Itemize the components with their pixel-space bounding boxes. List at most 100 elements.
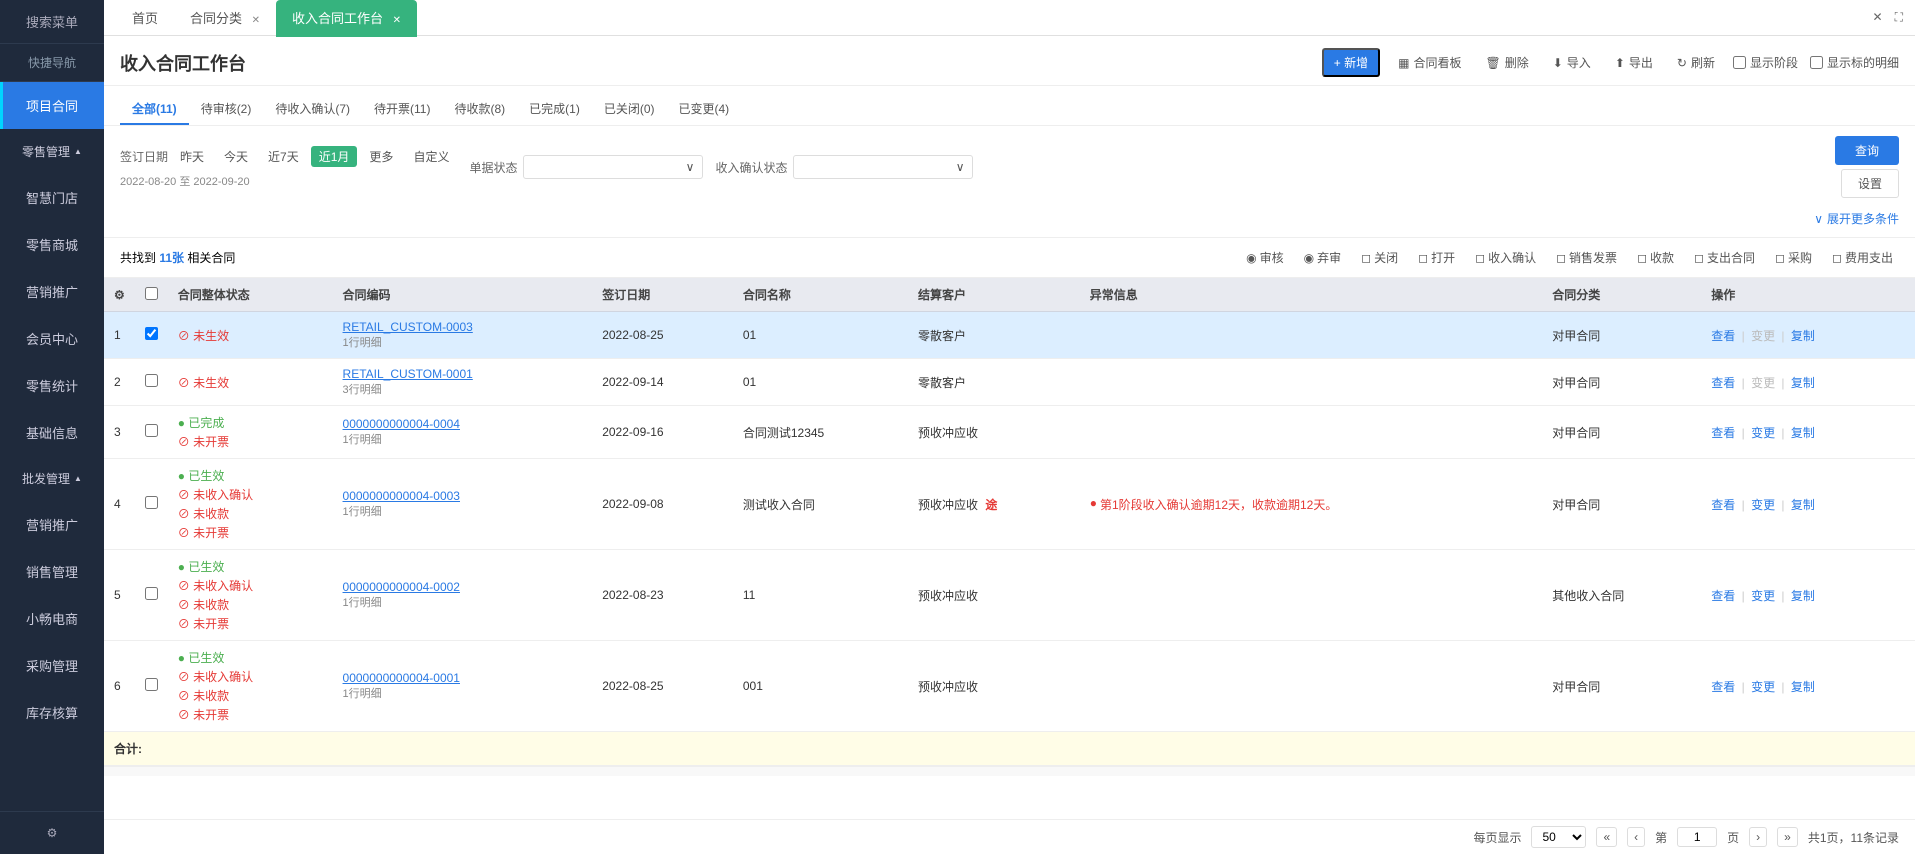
contract-code-link-3[interactable]: 0000000000004-0004	[343, 417, 460, 431]
query-button[interactable]: 查询	[1835, 136, 1899, 165]
cell-checkbox-2[interactable]	[135, 359, 168, 406]
purchase-button[interactable]: ◻ 采购	[1769, 246, 1818, 269]
open-button[interactable]: ◻ 打开	[1412, 246, 1461, 269]
cell-checkbox-5[interactable]	[135, 550, 168, 641]
delete-button[interactable]: 🗑 删除	[1479, 50, 1534, 75]
filter-tab-pending-review[interactable]: 待审核(2)	[189, 94, 264, 125]
contract-code-link-4[interactable]: 0000000000004-0003	[343, 489, 460, 503]
op-copy-3[interactable]: 复制	[1791, 426, 1815, 440]
expand-conditions-btn[interactable]: ∨ 展开更多条件	[1814, 210, 1899, 227]
tab-contract-category[interactable]: 合同分类 ✕	[174, 0, 276, 37]
tab-home[interactable]: 首页	[116, 0, 174, 37]
row-checkbox-4[interactable]	[145, 496, 158, 509]
date-btn-yesterday[interactable]: 昨天	[172, 146, 212, 167]
filter-tab-changed[interactable]: 已变更(4)	[667, 94, 742, 125]
last-page-button[interactable]: »	[1777, 827, 1798, 847]
row-checkbox-3[interactable]	[145, 424, 158, 437]
op-view-6[interactable]: 查看	[1711, 680, 1735, 694]
op-copy-1[interactable]: 复制	[1791, 329, 1815, 343]
date-btn-1month[interactable]: 近1月	[311, 146, 358, 167]
op-view-2[interactable]: 查看	[1711, 376, 1735, 390]
sidebar-search[interactable]: 搜索菜单	[0, 0, 104, 44]
export-button[interactable]: ⬆ 导出	[1609, 50, 1659, 75]
abandon-audit-button[interactable]: ◉ 弃审	[1298, 246, 1348, 269]
op-copy-4[interactable]: 复制	[1791, 498, 1815, 512]
cell-checkbox-4[interactable]	[135, 459, 168, 550]
sidebar-item-marketing2[interactable]: 营销推广	[0, 501, 104, 548]
cell-checkbox-1[interactable]	[135, 312, 168, 359]
contract-code-link-6[interactable]: 0000000000004-0001	[343, 671, 460, 685]
show-detail-input[interactable]	[1810, 56, 1823, 69]
set-button[interactable]: 设置	[1841, 169, 1899, 198]
horizontal-scrollbar[interactable]	[104, 766, 1915, 776]
contract-code-link-2[interactable]: RETAIL_CUSTOM-0001	[343, 367, 473, 381]
filter-tab-all[interactable]: 全部(11)	[120, 94, 189, 125]
sidebar-settings[interactable]: ⚙	[0, 811, 104, 854]
tab-close-contract-category[interactable]: ✕	[252, 15, 260, 26]
show-section-input[interactable]	[1733, 56, 1746, 69]
sidebar-item-marketing[interactable]: 营销推广	[0, 268, 104, 315]
op-edit-5[interactable]: 变更	[1751, 589, 1775, 603]
date-btn-today[interactable]: 今天	[216, 146, 256, 167]
sidebar-item-project-contract[interactable]: 项目合同	[0, 82, 104, 129]
sidebar-item-retail-mgmt[interactable]: 零售管理 ▲	[0, 129, 104, 174]
receipt-button[interactable]: ◻ 收款	[1631, 246, 1680, 269]
sidebar-item-wholesale-mgmt[interactable]: 批发管理 ▲	[0, 456, 104, 501]
op-view-1[interactable]: 查看	[1711, 329, 1735, 343]
income-confirm-button[interactable]: ◻ 收入确认	[1469, 246, 1542, 269]
row-checkbox-6[interactable]	[145, 678, 158, 691]
sidebar-item-retail-mall[interactable]: 零售商城	[0, 221, 104, 268]
expense-out-button[interactable]: ◻ 费用支出	[1826, 246, 1899, 269]
page-number-input[interactable]	[1677, 827, 1717, 847]
cell-checkbox-6[interactable]	[135, 641, 168, 732]
op-edit-3[interactable]: 变更	[1751, 426, 1775, 440]
op-copy-2[interactable]: 复制	[1791, 376, 1815, 390]
select-all-checkbox[interactable]	[145, 287, 158, 300]
cell-checkbox-3[interactable]	[135, 406, 168, 459]
status-select[interactable]: ∨	[523, 155, 703, 179]
filter-tab-pending-confirm[interactable]: 待收入确认(7)	[263, 94, 362, 125]
next-page-button[interactable]: ›	[1749, 827, 1767, 847]
prev-page-button[interactable]: ‹	[1627, 827, 1645, 847]
op-copy-6[interactable]: 复制	[1791, 680, 1815, 694]
row-checkbox-1[interactable]	[145, 327, 158, 340]
filter-tab-pending-payment[interactable]: 待收款(8)	[442, 94, 517, 125]
filter-tab-closed[interactable]: 已关闭(0)	[592, 94, 667, 125]
sidebar-item-retail-stats[interactable]: 零售统计	[0, 362, 104, 409]
first-page-button[interactable]: «	[1596, 827, 1617, 847]
filter-tab-completed[interactable]: 已完成(1)	[517, 94, 592, 125]
op-copy-5[interactable]: 复制	[1791, 589, 1815, 603]
window-expand-icon[interactable]: ⛶	[1895, 10, 1903, 25]
contract-code-link-1[interactable]: RETAIL_CUSTOM-0003	[343, 320, 473, 334]
window-close-icon[interactable]: ✕	[1873, 10, 1883, 25]
audit-button[interactable]: ◉ 审核	[1240, 246, 1290, 269]
date-btn-custom[interactable]: 自定义	[405, 146, 457, 167]
add-button[interactable]: + 新增	[1322, 48, 1380, 77]
per-page-select[interactable]: 50 100	[1531, 826, 1586, 848]
sales-invoice-button[interactable]: ◻ 销售发票	[1550, 246, 1623, 269]
sidebar-item-purchase-mgmt[interactable]: 采购管理	[0, 642, 104, 689]
expense-contract-button[interactable]: ◻ 支出合同	[1688, 246, 1761, 269]
op-edit-6[interactable]: 变更	[1751, 680, 1775, 694]
confirm-select[interactable]: ∨	[793, 155, 973, 179]
sidebar-item-smart-store[interactable]: 智慧门店	[0, 174, 104, 221]
row-checkbox-2[interactable]	[145, 374, 158, 387]
sidebar-item-inventory[interactable]: 库存核算	[0, 689, 104, 736]
show-detail-checkbox[interactable]: 显示标的明细	[1810, 54, 1899, 71]
date-btn-7days[interactable]: 近7天	[260, 146, 307, 167]
sidebar-item-xiaochang[interactable]: 小畅电商	[0, 595, 104, 642]
th-settings[interactable]: ⚙	[104, 278, 135, 312]
op-edit-4[interactable]: 变更	[1751, 498, 1775, 512]
close-button[interactable]: ◻ 关闭	[1355, 246, 1404, 269]
contract-board-button[interactable]: ▦ 合同看板	[1392, 50, 1467, 75]
op-view-5[interactable]: 查看	[1711, 589, 1735, 603]
row-checkbox-5[interactable]	[145, 587, 158, 600]
op-view-4[interactable]: 查看	[1711, 498, 1735, 512]
tab-income-workbench[interactable]: 收入合同工作台 ✕	[276, 0, 417, 37]
sidebar-item-member-center[interactable]: 会员中心	[0, 315, 104, 362]
sidebar-item-basic-info[interactable]: 基础信息	[0, 409, 104, 456]
filter-tab-pending-invoice[interactable]: 待开票(11)	[362, 94, 442, 125]
refresh-button[interactable]: ↻ 刷新	[1671, 50, 1721, 75]
contract-code-link-5[interactable]: 0000000000004-0002	[343, 580, 460, 594]
sidebar-quicknav[interactable]: 快捷导航	[0, 44, 104, 82]
